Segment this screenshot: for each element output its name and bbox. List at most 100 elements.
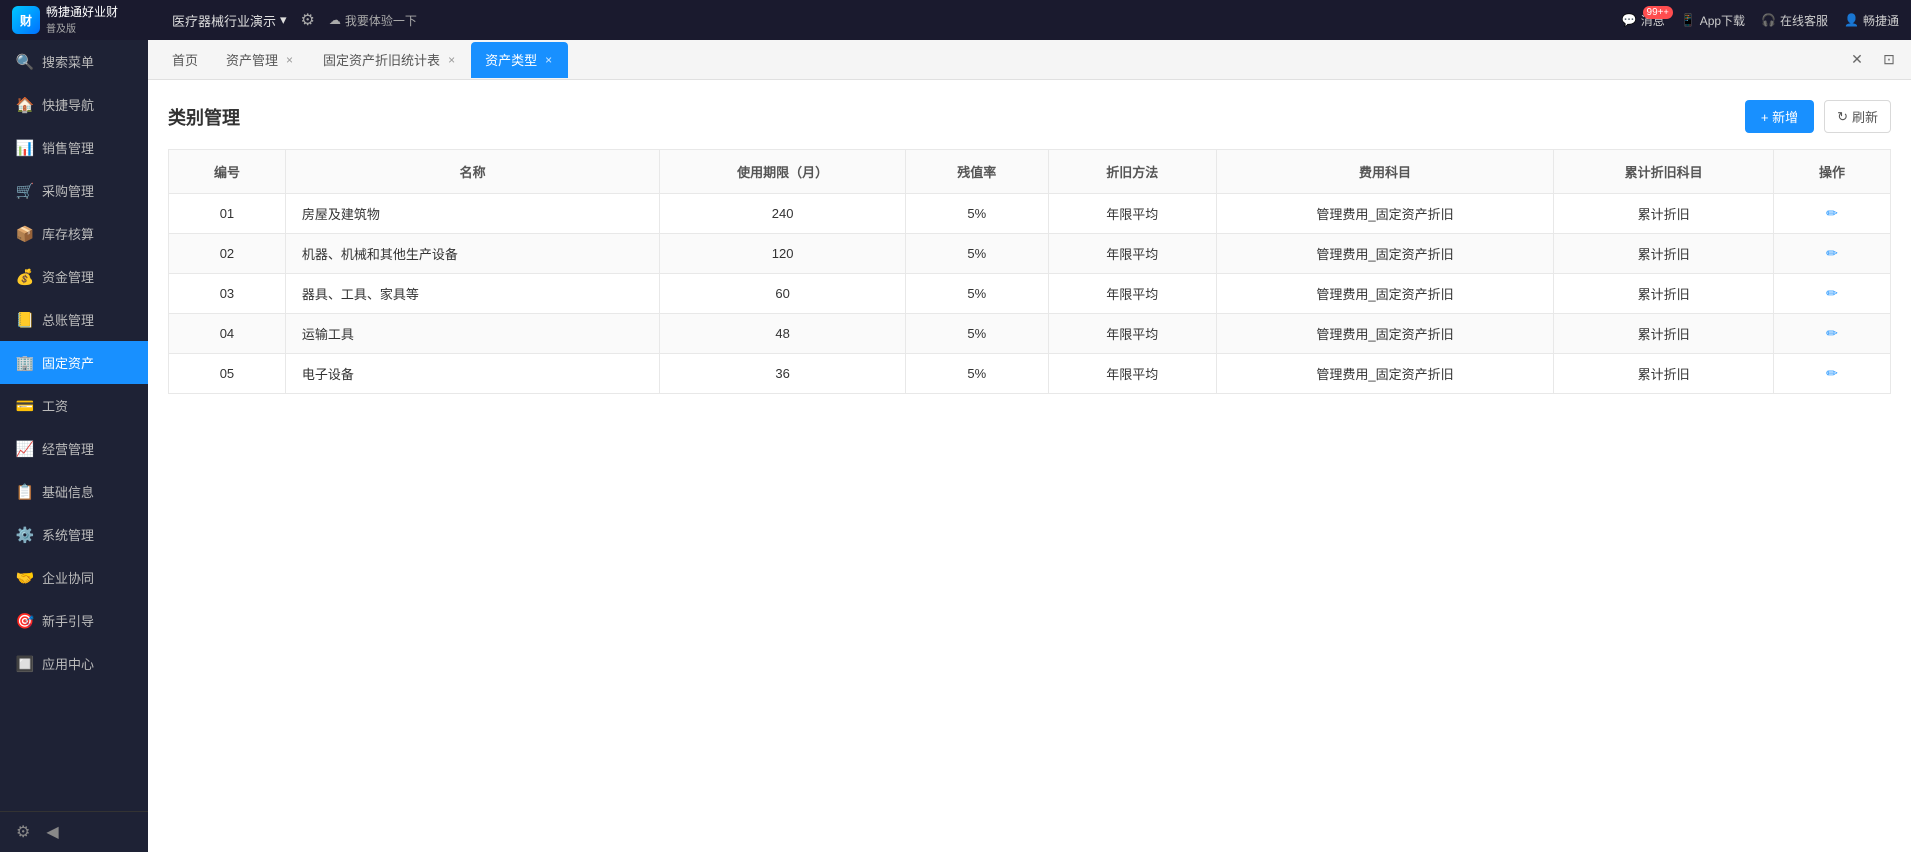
cell-id: 04 <box>169 314 286 354</box>
cell-id: 05 <box>169 354 286 394</box>
cell-depreciation-method: 年限平均 <box>1048 194 1216 234</box>
edit-icon[interactable]: ✏ <box>1826 325 1838 341</box>
purchase-icon: 🛒 <box>16 182 34 200</box>
logo-name: 畅捷通好业财 <box>46 5 118 21</box>
cell-operations: ✏ <box>1774 314 1891 354</box>
sidebar-item-system[interactable]: ⚙️ 系统管理 <box>0 513 148 556</box>
sidebar-item-label: 快捷导航 <box>42 95 94 114</box>
refresh-button[interactable]: ↻ 刷新 <box>1824 100 1891 133</box>
company-settings-icon[interactable]: ⚙ <box>295 10 321 30</box>
cell-name: 房屋及建筑物 <box>285 194 659 234</box>
home-icon: 🏠 <box>16 96 34 114</box>
edit-icon[interactable]: ✏ <box>1826 285 1838 301</box>
cell-expense-subject: 管理费用_固定资产折旧 <box>1216 354 1553 394</box>
col-accumulated-depreciation: 累计折旧科目 <box>1554 150 1774 194</box>
cell-months: 120 <box>660 234 906 274</box>
cell-name: 器具、工具、家具等 <box>285 274 659 314</box>
cell-accumulated-depreciation: 累计折旧 <box>1554 274 1774 314</box>
customer-service-button[interactable]: 🎧 在线客服 <box>1761 12 1828 29</box>
sidebar-item-base-info[interactable]: 📋 基础信息 <box>0 470 148 513</box>
sidebar-item-sales[interactable]: 📊 销售管理 <box>0 126 148 169</box>
tab-asset-management[interactable]: 资产管理 × <box>212 42 309 78</box>
tab-asset-type-label: 资产类型 <box>485 50 537 69</box>
close-tab-button[interactable]: ✕ <box>1845 48 1869 72</box>
cell-id: 01 <box>169 194 286 234</box>
sidebar-scroll: 🔍 搜索菜单 🏠 快捷导航 📊 销售管理 🛒 采购管理 📦 库存核算 💰 <box>0 40 148 811</box>
experience-button[interactable]: ☁ 我要体验一下 <box>329 12 417 29</box>
col-id: 编号 <box>169 150 286 194</box>
sidebar-item-capital[interactable]: 💰 资金管理 <box>0 255 148 298</box>
sidebar-item-purchase[interactable]: 🛒 采购管理 <box>0 169 148 212</box>
cell-id: 03 <box>169 274 286 314</box>
edit-icon[interactable]: ✏ <box>1826 245 1838 261</box>
sidebar-item-label: 资金管理 <box>42 267 94 286</box>
page-content: 类别管理 + 新增 ↻ 刷新 编号 名称 使用期限（月） 残值率 <box>148 80 1911 852</box>
tab-home[interactable]: 首页 <box>158 42 212 78</box>
sidebar-item-ledger[interactable]: 📒 总账管理 <box>0 298 148 341</box>
cell-operations: ✏ <box>1774 354 1891 394</box>
cell-expense-subject: 管理费用_固定资产折旧 <box>1216 234 1553 274</box>
sidebar-item-quicknav[interactable]: 🏠 快捷导航 <box>0 83 148 126</box>
settings-bottom-icon[interactable]: ⚙ <box>16 822 30 842</box>
table-row: 04 运输工具 48 5% 年限平均 管理费用_固定资产折旧 累计折旧 ✏ <box>169 314 1891 354</box>
user-avatar-icon: 👤 <box>1844 13 1859 27</box>
sidebar-item-search[interactable]: 🔍 搜索菜单 <box>0 40 148 83</box>
tab-asset-type-close[interactable]: × <box>543 51 554 69</box>
sidebar-item-enterprise[interactable]: 🤝 企业协同 <box>0 556 148 599</box>
sidebar-item-apps[interactable]: 🔲 应用中心 <box>0 642 148 685</box>
tab-right-actions: ✕ ⊡ <box>1845 48 1901 72</box>
company-selector[interactable]: 医疗器械行业演示 ▾ <box>172 11 287 30</box>
sidebar-item-label: 企业协同 <box>42 568 94 587</box>
topbar-center: 医疗器械行业演示 ▾ ⚙ ☁ 我要体验一下 <box>152 10 1622 30</box>
table-header: 编号 名称 使用期限（月） 残值率 折旧方法 费用科目 累计折旧科目 操作 <box>169 150 1891 194</box>
main-layout: 🔍 搜索菜单 🏠 快捷导航 📊 销售管理 🛒 采购管理 📦 库存核算 💰 <box>0 40 1911 852</box>
cell-months: 240 <box>660 194 906 234</box>
tab-asset-type[interactable]: 资产类型 × <box>471 42 568 78</box>
sidebar-item-guide[interactable]: 🎯 新手引导 <box>0 599 148 642</box>
sidebar-item-fixed-assets[interactable]: 🏢 固定资产 <box>0 341 148 384</box>
app-logo: 财 畅捷通好业财 普及版 <box>12 5 152 36</box>
table-body: 01 房屋及建筑物 240 5% 年限平均 管理费用_固定资产折旧 累计折旧 ✏… <box>169 194 1891 394</box>
cell-residual-rate: 5% <box>905 274 1048 314</box>
sidebar-item-label: 总账管理 <box>42 310 94 329</box>
maximize-tab-button[interactable]: ⊡ <box>1877 48 1901 72</box>
new-button[interactable]: + 新增 <box>1745 100 1814 133</box>
tab-depreciation-table[interactable]: 固定资产折旧统计表 × <box>309 42 471 78</box>
notifications-button[interactable]: 💬 消息 99++ <box>1622 12 1665 29</box>
sidebar-bottom: ⚙ ◀ <box>0 811 148 852</box>
edit-icon[interactable]: ✏ <box>1826 205 1838 221</box>
cell-expense-subject: 管理费用_固定资产折旧 <box>1216 314 1553 354</box>
app-download-button[interactable]: 📱 App下载 <box>1681 12 1745 29</box>
cell-operations: ✏ <box>1774 234 1891 274</box>
sidebar-item-operations[interactable]: 📈 经营管理 <box>0 427 148 470</box>
logo-icon: 财 <box>12 6 40 34</box>
tab-depreciation-table-close[interactable]: × <box>446 51 457 69</box>
sidebar-item-label: 固定资产 <box>42 353 94 372</box>
salary-icon: 💳 <box>16 397 34 415</box>
system-icon: ⚙️ <box>16 526 34 544</box>
sidebar-item-label: 工资 <box>42 396 68 415</box>
sidebar-item-label: 新手引导 <box>42 611 94 630</box>
user-menu[interactable]: 👤 畅捷通 <box>1844 12 1899 29</box>
category-table: 编号 名称 使用期限（月） 残值率 折旧方法 费用科目 累计折旧科目 操作 01… <box>168 149 1891 394</box>
cell-accumulated-depreciation: 累计折旧 <box>1554 234 1774 274</box>
apps-icon: 🔲 <box>16 655 34 673</box>
cell-accumulated-depreciation: 累计折旧 <box>1554 194 1774 234</box>
tab-depreciation-table-label: 固定资产折旧统计表 <box>323 50 440 69</box>
sidebar-item-label: 搜索菜单 <box>42 52 94 71</box>
collapse-sidebar-icon[interactable]: ◀ <box>46 822 58 842</box>
service-icon: 🎧 <box>1761 13 1776 27</box>
cell-depreciation-method: 年限平均 <box>1048 274 1216 314</box>
tab-asset-management-close[interactable]: × <box>284 51 295 69</box>
cell-operations: ✏ <box>1774 274 1891 314</box>
sidebar-item-salary[interactable]: 💳 工资 <box>0 384 148 427</box>
col-months: 使用期限（月） <box>660 150 906 194</box>
capital-icon: 💰 <box>16 268 34 286</box>
edit-icon[interactable]: ✏ <box>1826 365 1838 381</box>
cell-residual-rate: 5% <box>905 314 1048 354</box>
cell-name: 电子设备 <box>285 354 659 394</box>
topbar-right: 💬 消息 99++ 📱 App下载 🎧 在线客服 👤 畅捷通 <box>1622 12 1899 29</box>
cell-depreciation-method: 年限平均 <box>1048 354 1216 394</box>
sidebar-item-inventory[interactable]: 📦 库存核算 <box>0 212 148 255</box>
tab-asset-management-label: 资产管理 <box>226 50 278 69</box>
